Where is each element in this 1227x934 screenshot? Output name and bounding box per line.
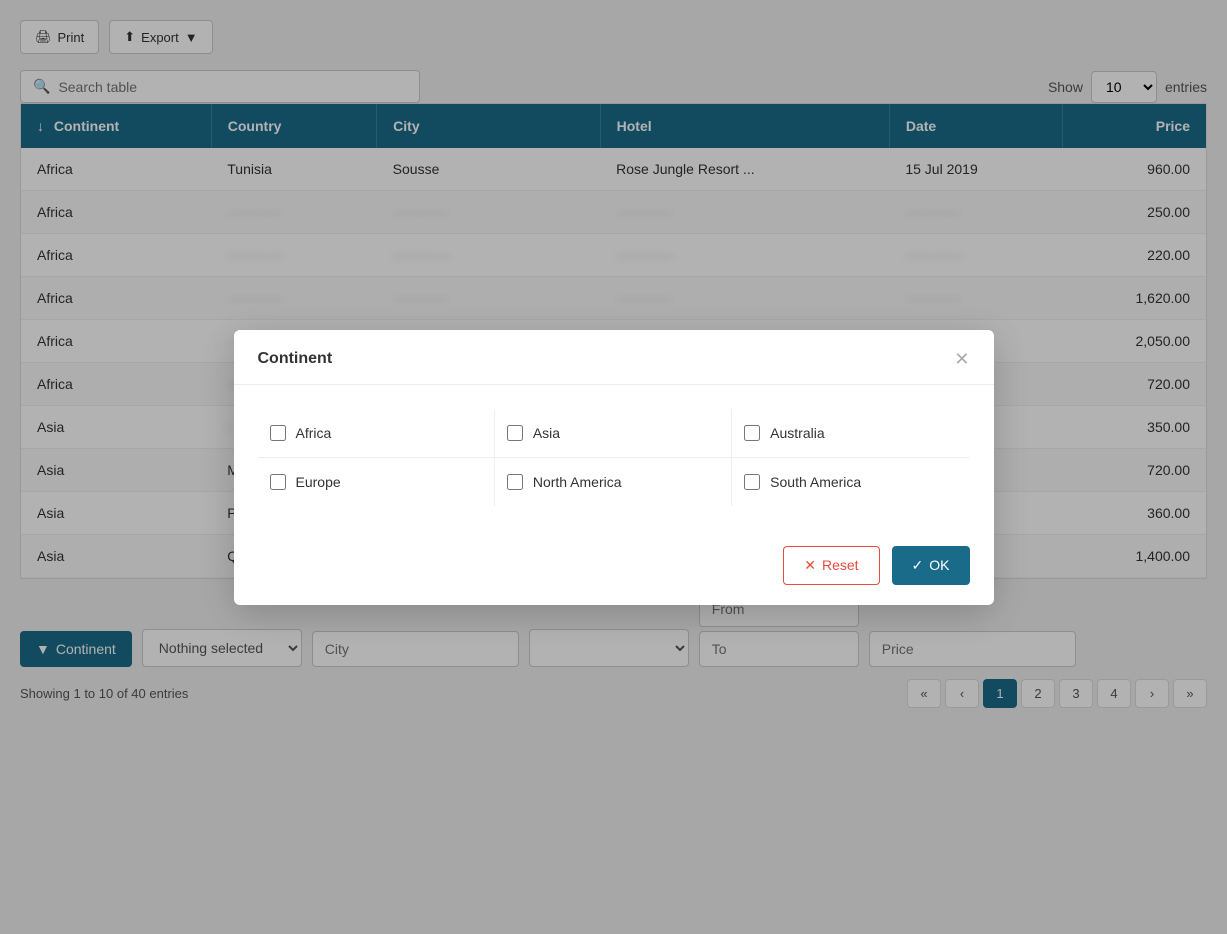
checkbox-africa-input[interactable] (270, 425, 286, 441)
checkbox-north-america-input[interactable] (507, 474, 523, 490)
checkbox-australia-input[interactable] (744, 425, 760, 441)
checkbox-north-america[interactable]: North America (495, 458, 732, 506)
ok-label: OK (929, 557, 949, 573)
modal-close-button[interactable]: ✕ (954, 350, 969, 368)
reset-x-icon: ✕ (804, 557, 816, 574)
checkbox-asia[interactable]: Asia (495, 409, 732, 458)
checkbox-europe[interactable]: Europe (258, 458, 495, 506)
modal-title: Continent (258, 350, 333, 368)
continent-modal: Continent ✕ Africa Asia Australia (234, 330, 994, 605)
checkbox-north-america-label: North America (533, 474, 622, 490)
modal-footer: ✕ Reset ✓ OK (234, 530, 994, 605)
checkbox-south-america-input[interactable] (744, 474, 760, 490)
ok-check-icon: ✓ (912, 557, 924, 574)
modal-body: Africa Asia Australia Europe North Ameri… (234, 385, 994, 530)
reset-button[interactable]: ✕ Reset (783, 546, 879, 585)
checkbox-europe-label: Europe (296, 474, 341, 490)
modal-overlay: Continent ✕ Africa Asia Australia (0, 0, 1227, 934)
checkbox-africa[interactable]: Africa (258, 409, 495, 458)
reset-label: Reset (822, 557, 859, 573)
checkbox-asia-label: Asia (533, 425, 560, 441)
checkbox-asia-input[interactable] (507, 425, 523, 441)
checkbox-south-america[interactable]: South America (732, 458, 969, 506)
checkbox-australia[interactable]: Australia (732, 409, 969, 458)
modal-header: Continent ✕ (234, 330, 994, 385)
checkbox-africa-label: Africa (296, 425, 332, 441)
ok-button[interactable]: ✓ OK (892, 546, 970, 585)
checkbox-grid: Africa Asia Australia Europe North Ameri… (258, 409, 970, 506)
checkbox-europe-input[interactable] (270, 474, 286, 490)
checkbox-australia-label: Australia (770, 425, 824, 441)
checkbox-south-america-label: South America (770, 474, 861, 490)
